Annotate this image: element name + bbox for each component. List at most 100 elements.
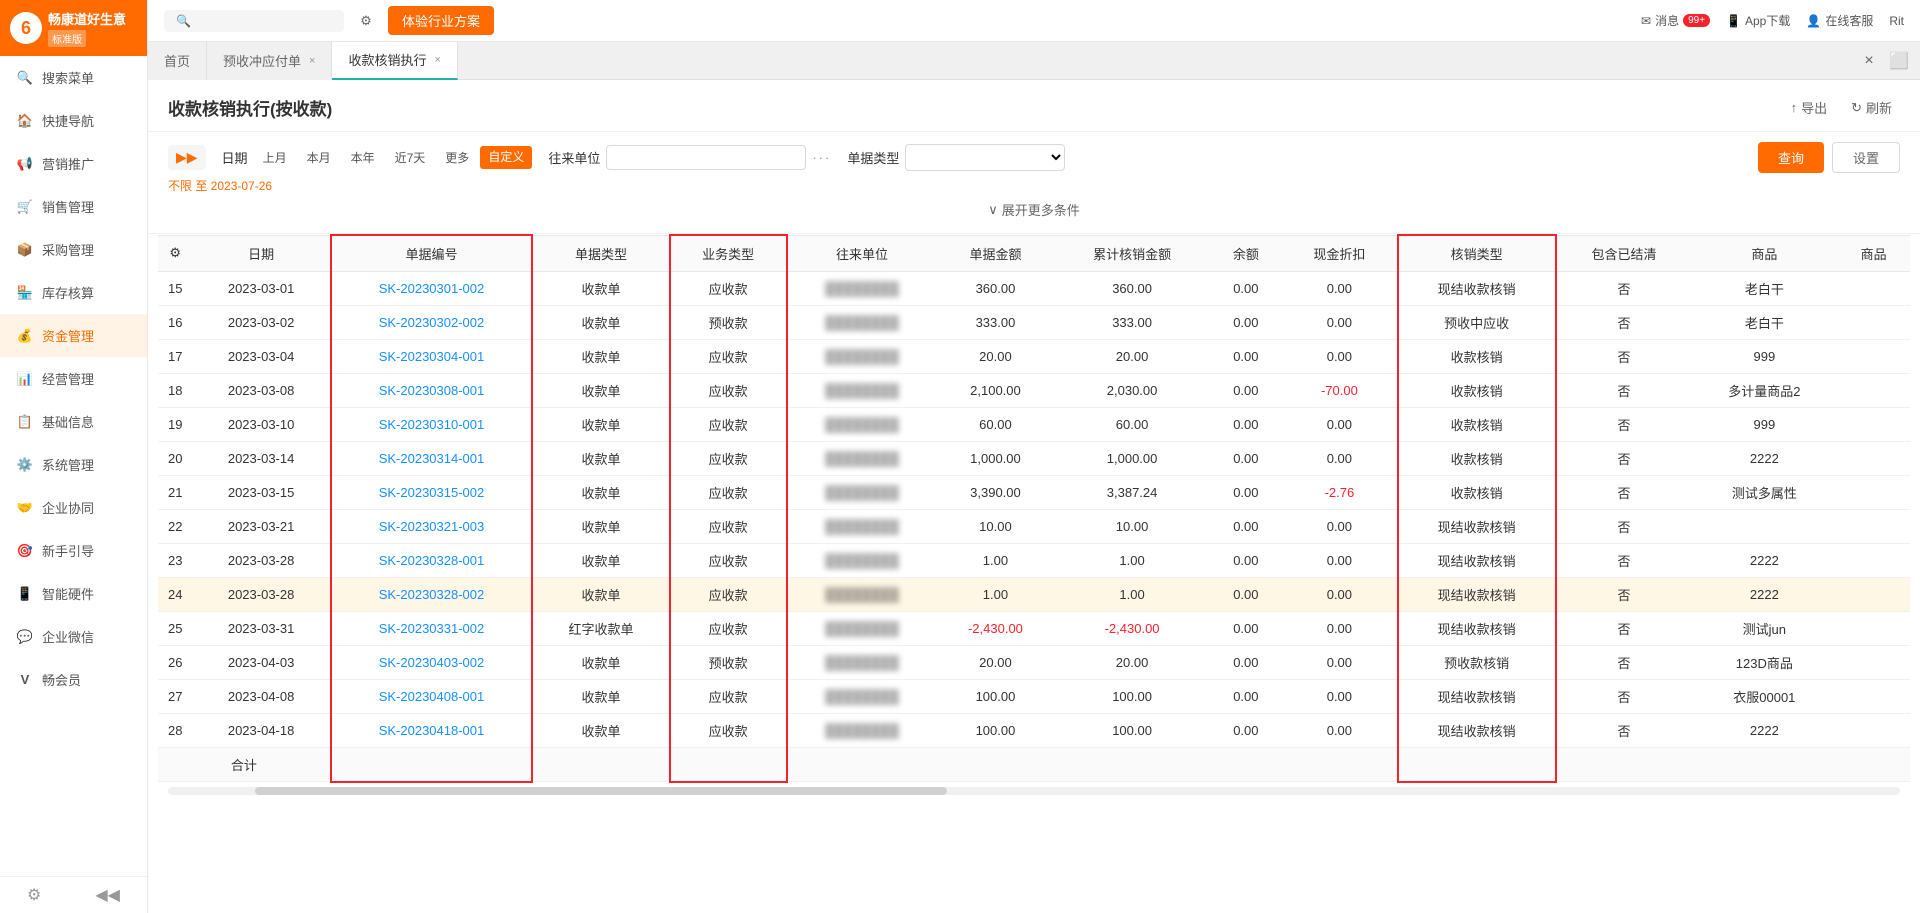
cell-verify-amount: 1.00 bbox=[1055, 578, 1210, 612]
cell-product1: 2222 bbox=[1691, 714, 1837, 748]
cell-voucher-type: 收款单 bbox=[532, 544, 669, 578]
voucher-link[interactable]: SK-20230302-002 bbox=[379, 315, 485, 330]
close-tab-button[interactable]: × bbox=[1856, 48, 1882, 74]
cell-discount: 0.00 bbox=[1282, 510, 1397, 544]
voucher-link[interactable]: SK-20230315-002 bbox=[379, 485, 485, 500]
voucher-link[interactable]: SK-20230403-002 bbox=[379, 655, 485, 670]
settings-button[interactable]: 设置 bbox=[1832, 142, 1900, 173]
service-button[interactable]: 👤 在线客服 bbox=[1806, 12, 1873, 29]
filter-action-buttons: 查询 设置 bbox=[1758, 142, 1900, 173]
cell-discount: 0.00 bbox=[1282, 544, 1397, 578]
voucher-link[interactable]: SK-20230301-002 bbox=[379, 281, 485, 296]
tab-home[interactable]: 首页 bbox=[148, 42, 207, 80]
settings-icon[interactable]: ⚙ bbox=[27, 885, 41, 905]
sidebar-item-system[interactable]: ⚙️ 系统管理 bbox=[0, 443, 147, 486]
sidebar-item-guide[interactable]: 🎯 新手引导 bbox=[0, 529, 147, 572]
sidebar-item-sales[interactable]: 🛒 销售管理 bbox=[0, 185, 147, 228]
topbar-right: ✉ 消息 99+ 📱 App下载 👤 在线客服 Rit bbox=[1641, 12, 1904, 29]
col-header-discount: 现金折扣 bbox=[1282, 235, 1397, 272]
cell-verify-type: 预收中应收 bbox=[1398, 306, 1556, 340]
cell-voucher-no: SK-20230304-001 bbox=[331, 340, 533, 374]
cell-verify-type: 现结收款核销 bbox=[1398, 510, 1556, 544]
sidebar-item-inventory[interactable]: 🏪 库存核算 bbox=[0, 271, 147, 314]
gear-button[interactable]: ⚙ bbox=[352, 7, 380, 35]
voucher-link[interactable]: SK-20230304-001 bbox=[379, 349, 485, 364]
cell-partner: ████████ bbox=[787, 510, 937, 544]
cell-product1: 999 bbox=[1691, 340, 1837, 374]
topbar-left: 🔍 ⚙ 体验行业方案 bbox=[164, 6, 1629, 35]
scrollbar-thumb[interactable] bbox=[255, 787, 948, 795]
partner-input[interactable] bbox=[606, 145, 806, 170]
voucher-link[interactable]: SK-20230310-001 bbox=[379, 417, 485, 432]
page-title: 收款核销执行(按收款) bbox=[168, 95, 332, 120]
app-download-button[interactable]: 📱 App下载 bbox=[1726, 12, 1790, 29]
voucher-type-select[interactable] bbox=[905, 144, 1065, 171]
date-label: 日期 bbox=[222, 148, 248, 167]
sidebar-item-search[interactable]: 🔍 搜索菜单 bbox=[0, 56, 147, 99]
sidebar-item-operations[interactable]: 📊 经营管理 bbox=[0, 357, 147, 400]
cell-partner: ████████ bbox=[787, 272, 937, 306]
hardware-icon: 📱 bbox=[16, 585, 34, 603]
sidebar-item-basic[interactable]: 📋 基础信息 bbox=[0, 400, 147, 443]
date-btn-7days[interactable]: 近7天 bbox=[386, 146, 435, 169]
content-area: 收款核销执行(按收款) ↑ 导出 ↻ 刷新 ▶▶ 日期 bbox=[148, 80, 1920, 913]
cell-verify-amount: 1.00 bbox=[1055, 544, 1210, 578]
cell-date: 2023-03-21 bbox=[192, 510, 330, 544]
voucher-link[interactable]: SK-20230328-001 bbox=[379, 553, 485, 568]
voucher-link[interactable]: SK-20230321-003 bbox=[379, 519, 485, 534]
sidebar-item-purchase[interactable]: 📦 采购管理 bbox=[0, 228, 147, 271]
sidebar-item-member[interactable]: V 畅会员 bbox=[0, 658, 147, 701]
table-row: 25 2023-03-31 SK-20230331-002 红字收款单 应收款 … bbox=[158, 612, 1910, 646]
table-area[interactable]: ⚙ 日期 单据编号 单据类型 业务类型 往来单位 单据金额 累计核销金额 余额 … bbox=[148, 234, 1920, 913]
date-btn-this-month[interactable]: 本月 bbox=[298, 146, 340, 169]
cell-voucher-no: SK-20230408-001 bbox=[331, 680, 533, 714]
filter-bar: ▶▶ 日期 上月 本月 本年 近7天 更多 自定义 往来单位 bbox=[148, 132, 1920, 234]
cell-voucher-type: 收款单 bbox=[532, 714, 669, 748]
home-icon: 🏠 bbox=[16, 112, 34, 130]
voucher-type-label: 单据类型 bbox=[847, 148, 899, 167]
sidebar-item-wechat[interactable]: 💬 企业微信 bbox=[0, 615, 147, 658]
date-btn-this-year[interactable]: 本年 bbox=[342, 146, 384, 169]
collapse-icon[interactable]: ◀◀ bbox=[95, 885, 120, 905]
table-row: 15 2023-03-01 SK-20230301-002 收款单 应收款 ██… bbox=[158, 272, 1910, 306]
user-name[interactable]: Rit bbox=[1889, 14, 1904, 28]
voucher-link[interactable]: SK-20230408-001 bbox=[379, 689, 485, 704]
sidebar-item-quicknav[interactable]: 🏠 快捷导航 bbox=[0, 99, 147, 142]
col-header-biz-type: 业务类型 bbox=[670, 235, 787, 272]
sidebar-item-hardware[interactable]: 📱 智能硬件 bbox=[0, 572, 147, 615]
tab-close-icon[interactable]: × bbox=[434, 54, 440, 66]
voucher-link[interactable]: SK-20230308-001 bbox=[379, 383, 485, 398]
date-filter-group: 日期 上月 本月 本年 近7天 更多 自定义 bbox=[222, 146, 533, 169]
partner-label: 往来单位 bbox=[548, 148, 600, 167]
col-header-settings[interactable]: ⚙ bbox=[158, 235, 192, 272]
cell-balance: 0.00 bbox=[1210, 306, 1283, 340]
horizontal-scrollbar[interactable] bbox=[168, 787, 1900, 795]
voucher-link[interactable]: SK-20230418-001 bbox=[379, 723, 485, 738]
expand-tab-button[interactable]: ⬜ bbox=[1886, 48, 1912, 74]
export-button[interactable]: ↑ 导出 bbox=[1783, 94, 1836, 121]
sidebar-item-marketing[interactable]: 📢 营销推广 bbox=[0, 142, 147, 185]
sidebar-item-enterprise[interactable]: 🤝 企业协同 bbox=[0, 486, 147, 529]
tab-close-icon[interactable]: × bbox=[309, 55, 315, 67]
filter-expand-btn[interactable]: ▶▶ bbox=[168, 145, 206, 170]
tab-verify[interactable]: 收款核销执行 × bbox=[332, 42, 457, 80]
date-btn-more[interactable]: 更多 bbox=[436, 146, 478, 169]
topbar-search-box[interactable]: 🔍 bbox=[164, 10, 344, 32]
date-btn-last-month[interactable]: 上月 bbox=[254, 146, 296, 169]
query-button[interactable]: 查询 bbox=[1758, 142, 1824, 173]
voucher-link[interactable]: SK-20230328-002 bbox=[379, 587, 485, 602]
tab-prepay[interactable]: 预收冲应付单 × bbox=[207, 42, 332, 80]
voucher-link[interactable]: SK-20230314-001 bbox=[379, 451, 485, 466]
date-custom-btn[interactable]: 自定义 bbox=[480, 146, 532, 169]
cell-voucher-type: 收款单 bbox=[532, 476, 669, 510]
expand-conditions-btn[interactable]: ∨ 展开更多条件 bbox=[168, 200, 1900, 219]
sidebar-item-finance[interactable]: 💰 资金管理 bbox=[0, 314, 147, 357]
voucher-link[interactable]: SK-20230331-002 bbox=[379, 621, 485, 636]
cell-partner: ████████ bbox=[787, 340, 937, 374]
refresh-button[interactable]: ↻ 刷新 bbox=[1843, 94, 1900, 121]
cell-voucher-no: SK-20230418-001 bbox=[331, 714, 533, 748]
cell-voucher-no: SK-20230302-002 bbox=[331, 306, 533, 340]
solution-button[interactable]: 体验行业方案 bbox=[388, 6, 494, 35]
message-button[interactable]: ✉ 消息 99+ bbox=[1641, 12, 1710, 29]
cell-product2 bbox=[1837, 476, 1910, 510]
